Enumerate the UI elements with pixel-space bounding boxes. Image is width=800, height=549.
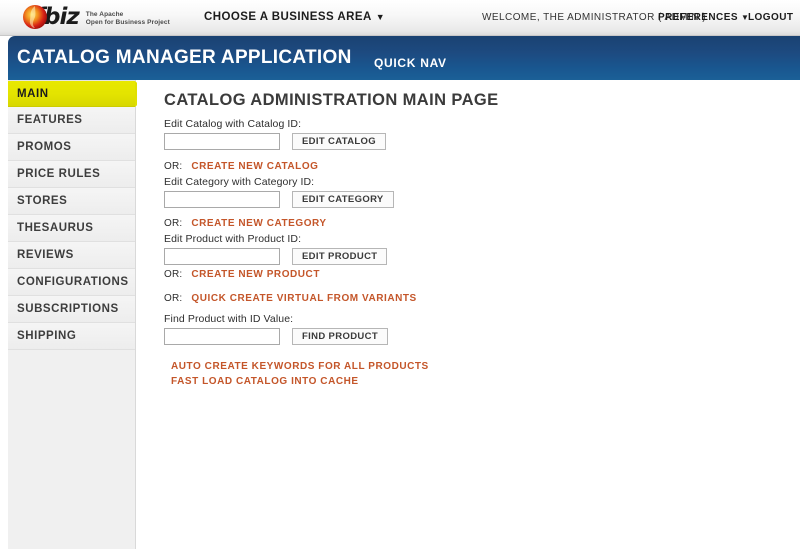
sidebar-item-stores[interactable]: STORES	[8, 188, 135, 215]
sidebar-item-thesaurus[interactable]: THESAURUS	[8, 215, 135, 242]
choose-business-area-label: CHOOSE A BUSINESS AREA	[204, 11, 372, 23]
sidebar-item-label: CONFIGURATIONS	[17, 276, 129, 288]
sidebar-nav: MAIN FEATURES PROMOS PRICE RULES STORES …	[8, 80, 136, 549]
edit-product-row: EDIT PRODUCT	[164, 248, 387, 265]
create-catalog-row: OR: CREATE NEW CATALOG	[164, 161, 319, 172]
find-product-block: Find Product with ID Value: FIND PRODUCT	[164, 313, 388, 345]
edit-category-block: Edit Category with Category ID: EDIT CAT…	[164, 176, 394, 208]
ofbiz-logo-tagline: The Apache Open for Business Project	[86, 8, 170, 27]
application-header: CATALOG MANAGER APPLICATION QUICK NAV	[8, 36, 800, 80]
create-new-product-link[interactable]: CREATE NEW PRODUCT	[191, 269, 320, 280]
edit-category-button[interactable]: EDIT CATEGORY	[292, 191, 394, 208]
chevron-down-icon: ▼	[376, 12, 385, 22]
edit-catalog-label: Edit Catalog with Catalog ID:	[164, 118, 386, 130]
create-category-row: OR: CREATE NEW CATEGORY	[164, 218, 327, 229]
find-product-row: FIND PRODUCT	[164, 328, 388, 345]
or-label: OR:	[164, 218, 182, 229]
quick-create-virtual-from-variants-link[interactable]: QUICK CREATE VIRTUAL FROM VARIANTS	[191, 293, 416, 304]
top-bar: fbiz The Apache Open for Business Projec…	[0, 0, 800, 36]
quick-create-virtual-row: OR: QUICK CREATE VIRTUAL FROM VARIANTS	[164, 293, 417, 304]
category-id-input[interactable]	[164, 191, 280, 208]
create-new-category-link[interactable]: CREATE NEW CATEGORY	[191, 218, 326, 229]
find-product-button[interactable]: FIND PRODUCT	[292, 328, 388, 345]
sidebar-item-subscriptions[interactable]: SUBSCRIPTIONS	[8, 296, 135, 323]
product-id-input[interactable]	[164, 248, 280, 265]
edit-catalog-row: EDIT CATALOG	[164, 133, 386, 150]
sidebar-item-label: STORES	[17, 195, 67, 207]
edit-catalog-block: Edit Catalog with Catalog ID: EDIT CATAL…	[164, 118, 386, 150]
sidebar-item-label: PRICE RULES	[17, 168, 100, 180]
sidebar-item-reviews[interactable]: REVIEWS	[8, 242, 135, 269]
sidebar-item-shipping[interactable]: SHIPPING	[8, 323, 135, 350]
sidebar-item-label: SHIPPING	[17, 330, 76, 342]
edit-product-block: Edit Product with Product ID: EDIT PRODU…	[164, 233, 387, 265]
find-product-input[interactable]	[164, 328, 280, 345]
edit-category-label: Edit Category with Category ID:	[164, 176, 394, 188]
sidebar-item-label: THESAURUS	[17, 222, 94, 234]
sidebar-item-label: REVIEWS	[17, 249, 74, 261]
catalog-id-input[interactable]	[164, 133, 280, 150]
find-product-label: Find Product with ID Value:	[164, 313, 388, 325]
preferences-menu[interactable]: PREFERENCES▼	[658, 12, 749, 23]
create-product-row: OR: CREATE NEW PRODUCT	[164, 269, 320, 280]
sidebar-item-promos[interactable]: PROMOS	[8, 134, 135, 161]
sidebar-item-label: PROMOS	[17, 141, 71, 153]
sidebar-item-label: FEATURES	[17, 114, 83, 126]
edit-product-label: Edit Product with Product ID:	[164, 233, 387, 245]
sidebar-item-main[interactable]: MAIN	[8, 80, 135, 107]
edit-product-button[interactable]: EDIT PRODUCT	[292, 248, 387, 265]
logout-link[interactable]: LOGOUT	[748, 12, 793, 23]
or-label: OR:	[164, 269, 182, 280]
sidebar-item-label: MAIN	[17, 88, 49, 100]
edit-category-row: EDIT CATEGORY	[164, 191, 394, 208]
or-label: OR:	[164, 293, 182, 304]
quick-nav-link[interactable]: QUICK NAV	[374, 56, 447, 70]
tagline-line-1: The Apache	[86, 11, 124, 18]
or-label: OR:	[164, 161, 182, 172]
sidebar-item-features[interactable]: FEATURES	[8, 107, 135, 134]
preferences-label: PREFERENCES	[658, 12, 738, 23]
tagline-line-2: Open for Business Project	[86, 19, 170, 26]
auto-create-keywords-link[interactable]: AUTO CREATE KEYWORDS FOR ALL PRODUCTS	[171, 361, 429, 372]
page-title: CATALOG ADMINISTRATION MAIN PAGE	[164, 91, 499, 110]
choose-business-area-menu[interactable]: CHOOSE A BUSINESS AREA ▼	[204, 11, 385, 23]
sidebar-item-price-rules[interactable]: PRICE RULES	[8, 161, 135, 188]
fast-load-catalog-link[interactable]: FAST LOAD CATALOG INTO CACHE	[171, 376, 359, 387]
sidebar-item-label: SUBSCRIPTIONS	[17, 303, 119, 315]
application-title: CATALOG MANAGER APPLICATION	[17, 47, 352, 69]
main-content: CATALOG ADMINISTRATION MAIN PAGE Edit Ca…	[137, 80, 800, 549]
ofbiz-logo-icon	[22, 4, 48, 30]
create-new-catalog-link[interactable]: CREATE NEW CATALOG	[191, 161, 318, 172]
ofbiz-logo[interactable]: fbiz The Apache Open for Business Projec…	[22, 3, 170, 31]
sidebar-item-configurations[interactable]: CONFIGURATIONS	[8, 269, 135, 296]
edit-catalog-button[interactable]: EDIT CATALOG	[292, 133, 386, 150]
